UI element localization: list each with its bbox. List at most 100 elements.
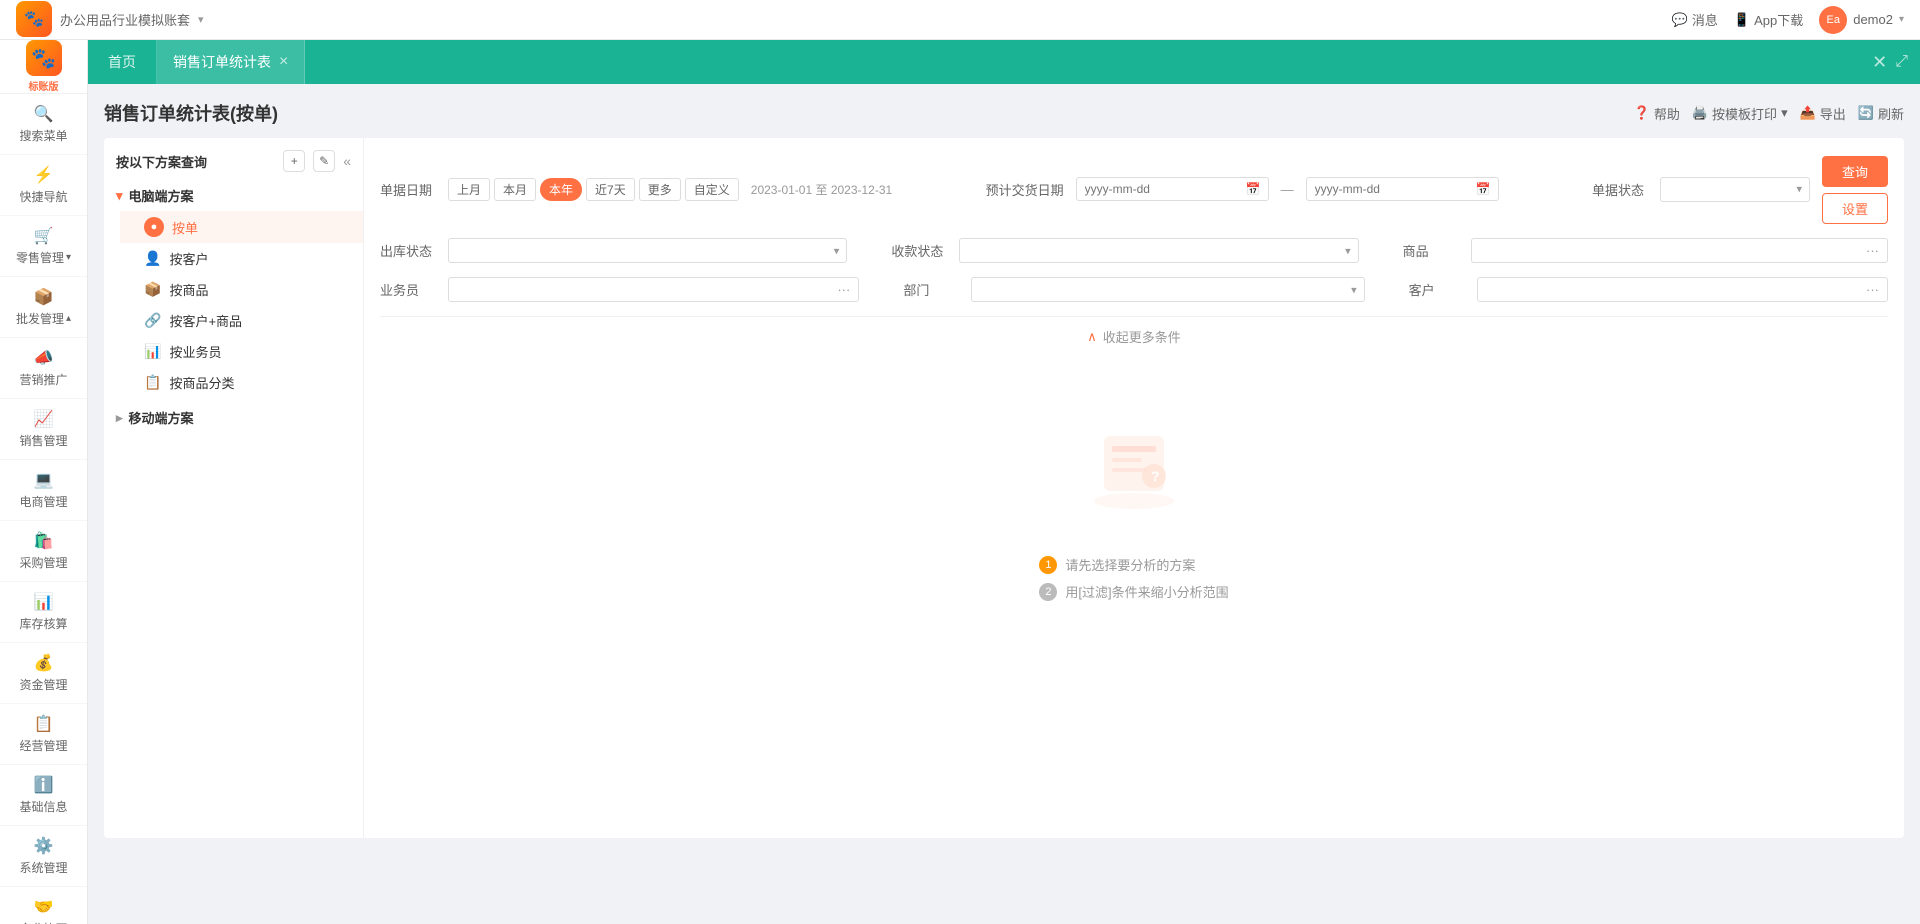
- tab-close-btn[interactable]: ×: [279, 53, 288, 71]
- left-panel-actions: + ✎ «: [283, 150, 351, 172]
- top-bar-left: 🐾 办公用品行业模拟账套 ▾: [16, 1, 204, 39]
- empty-hint-2: 2 用[过滤]条件来缩小分析范围: [1039, 582, 1228, 601]
- sidebar-item-basic[interactable]: ℹ️ 基础信息: [0, 765, 87, 826]
- tree-item-by-order[interactable]: ● 按单: [120, 211, 363, 243]
- date-btn-this-month[interactable]: 本月: [494, 178, 536, 201]
- close-window-btn[interactable]: ✕: [1872, 52, 1887, 73]
- page-container: 销售订单统计表(按单) ❓ 帮助 🖨️ 按模板打印 ▾ 📤 导出: [88, 84, 1920, 924]
- tree-item-by-category-label: 按商品分类: [169, 373, 234, 392]
- sidebar-item-finance-label: 资金管理: [19, 676, 67, 693]
- tree-item-by-customer-label: 按客户: [169, 249, 208, 268]
- sidebar-item-system[interactable]: ⚙️ 系统管理: [0, 826, 87, 887]
- sidebar-item-wholesale[interactable]: 📦 批发管理 ▴: [0, 277, 87, 338]
- sidebar-item-search[interactable]: 🔍 搜索菜单: [0, 94, 87, 155]
- department-select[interactable]: [971, 277, 1364, 302]
- product-input-wrapper[interactable]: ···: [1471, 238, 1888, 263]
- delivery-status-label: 出库状态: [380, 241, 436, 260]
- date-btn-group: 上月 本月 本年 近7天 更多 自定义: [448, 178, 739, 201]
- top-bar-right: 💬 消息 📱 App下载 Ea demo2 ▾: [1672, 6, 1904, 34]
- sidebar-item-inventory-label: 库存核算: [19, 615, 67, 632]
- action-btns-col: 查询 设置: [1822, 154, 1888, 224]
- tree-item-by-category-icon: 📋: [144, 374, 161, 391]
- sidebar-item-enterprise[interactable]: 🤝 企业协同: [0, 887, 87, 924]
- maximize-btn[interactable]: ⤢: [1895, 53, 1908, 71]
- edit-scheme-btn[interactable]: ✎: [313, 150, 335, 172]
- basic-icon: ℹ️: [34, 775, 54, 795]
- collapse-bar[interactable]: ∧ 收起更多条件: [380, 317, 1888, 356]
- tab-bar-right-actions: ✕ ⤢: [1860, 40, 1920, 84]
- message-btn[interactable]: 💬 消息: [1672, 10, 1718, 29]
- sidebar-item-ecom[interactable]: 💻 电商管理: [0, 460, 87, 521]
- inventory-icon: 📊: [34, 592, 54, 612]
- sidebar-item-retail[interactable]: 🛒 零售管理 ▾: [0, 216, 87, 277]
- operations-icon: 📋: [34, 714, 54, 734]
- payment-status-select[interactable]: [959, 238, 1358, 263]
- sidebar-item-purchase[interactable]: 🛍️ 采购管理: [0, 521, 87, 582]
- salesperson-input-wrapper[interactable]: ···: [448, 277, 859, 302]
- sidebar-item-ecom-label: 电商管理: [19, 493, 67, 510]
- tree-item-by-cust-prod-icon: 🔗: [144, 312, 161, 329]
- username: demo2: [1853, 12, 1893, 27]
- tree-item-by-order-label: 按单: [172, 218, 198, 237]
- help-icon: ❓: [1634, 105, 1650, 121]
- date-btn-last-7-days[interactable]: 近7天: [586, 178, 635, 201]
- status-select[interactable]: [1660, 177, 1810, 202]
- right-panel: 单据日期 上月 本月 本年 近7天 更多 自定义 2023-01-01 至 20…: [364, 138, 1904, 838]
- status-select-wrapper: [1660, 177, 1810, 202]
- add-scheme-btn[interactable]: +: [283, 150, 305, 172]
- tab-home[interactable]: 首页: [88, 40, 157, 84]
- sidebar-item-operations[interactable]: 📋 经营管理: [0, 704, 87, 765]
- export-btn[interactable]: 📤 导出: [1800, 104, 1846, 123]
- tree-item-by-customer-icon: 👤: [144, 250, 161, 267]
- sidebar-item-marketing[interactable]: 📣 营销推广: [0, 338, 87, 399]
- delivery-status-select[interactable]: [448, 238, 847, 263]
- tree-item-by-cust-prod[interactable]: 🔗 按客户+商品: [120, 305, 363, 336]
- date-btn-custom[interactable]: 自定义: [685, 178, 739, 201]
- tree-item-by-product-label: 按商品: [169, 280, 208, 299]
- tree-item-by-category[interactable]: 📋 按商品分类: [120, 367, 363, 398]
- sidebar-item-enterprise-label: 企业协同: [19, 920, 67, 924]
- hint-text-1: 请先选择要分析的方案: [1065, 555, 1195, 574]
- tree-collapse-icon: ▸: [116, 410, 123, 426]
- help-btn[interactable]: ❓ 帮助: [1634, 104, 1680, 123]
- sidebar-logo: 🐾 标账版: [0, 40, 87, 94]
- sidebar-item-inventory[interactable]: 📊 库存核算: [0, 582, 87, 643]
- app-download-btn[interactable]: 📱 App下载: [1734, 10, 1803, 29]
- refresh-btn[interactable]: 🔄 刷新: [1858, 104, 1904, 123]
- app-title-dropdown[interactable]: ▾: [198, 13, 204, 26]
- sidebar-item-quick-nav[interactable]: ⚡ 快捷导航: [0, 155, 87, 216]
- customer-input-wrapper[interactable]: ···: [1477, 277, 1888, 302]
- print-template-btn[interactable]: 🖨️ 按模板打印 ▾: [1692, 104, 1788, 123]
- ecom-icon: 💻: [34, 470, 54, 490]
- collapse-left-panel-btn[interactable]: «: [343, 153, 351, 169]
- empty-state: ? 1 请先选择要分析的方案 2 用[过滤]条件来缩小分析范: [380, 356, 1888, 661]
- tree-item-by-salesperson[interactable]: 📊 按业务员: [120, 336, 363, 367]
- finance-icon: 💰: [34, 653, 54, 673]
- tree-item-by-cust-prod-label: 按客户+商品: [169, 311, 242, 330]
- date-end-input[interactable]: [1306, 177, 1499, 201]
- department-select-wrapper: [971, 277, 1364, 302]
- settings-btn[interactable]: 设置: [1822, 193, 1888, 224]
- date-btn-this-year[interactable]: 本年: [540, 178, 582, 201]
- filter-row-2: 出库状态 收款状态: [380, 238, 1888, 263]
- user-info[interactable]: Ea demo2 ▾: [1819, 6, 1904, 34]
- date-btn-more[interactable]: 更多: [639, 178, 681, 201]
- hint-num-1: 1: [1039, 556, 1057, 574]
- tree-item-by-product[interactable]: 📦 按商品: [120, 274, 363, 305]
- product-dots-icon: ···: [1866, 243, 1879, 258]
- date-start-input[interactable]: [1076, 177, 1269, 201]
- sidebar-item-quick-nav-label: 快捷导航: [19, 188, 67, 205]
- tree-item-by-customer[interactable]: 👤 按客户: [120, 243, 363, 274]
- logo-icon: 🐾: [16, 1, 52, 37]
- delivery-status-select-wrapper: [448, 238, 847, 263]
- sidebar-item-sales[interactable]: 📈 销售管理: [0, 399, 87, 460]
- tree-parent-pc[interactable]: ▾ 电脑端方案: [104, 180, 363, 211]
- tab-active[interactable]: 销售订单统计表 ×: [157, 40, 305, 84]
- tab-bar: 首页 销售订单统计表 × ✕ ⤢: [88, 40, 1920, 84]
- left-panel-title: 按以下方案查询: [116, 152, 207, 171]
- search-btn[interactable]: 查询: [1822, 156, 1888, 187]
- tree-parent-mobile[interactable]: ▸ 移动端方案: [104, 402, 363, 433]
- payment-status-select-wrapper: [959, 238, 1358, 263]
- date-btn-last-month[interactable]: 上月: [448, 178, 490, 201]
- sidebar-item-finance[interactable]: 💰 资金管理: [0, 643, 87, 704]
